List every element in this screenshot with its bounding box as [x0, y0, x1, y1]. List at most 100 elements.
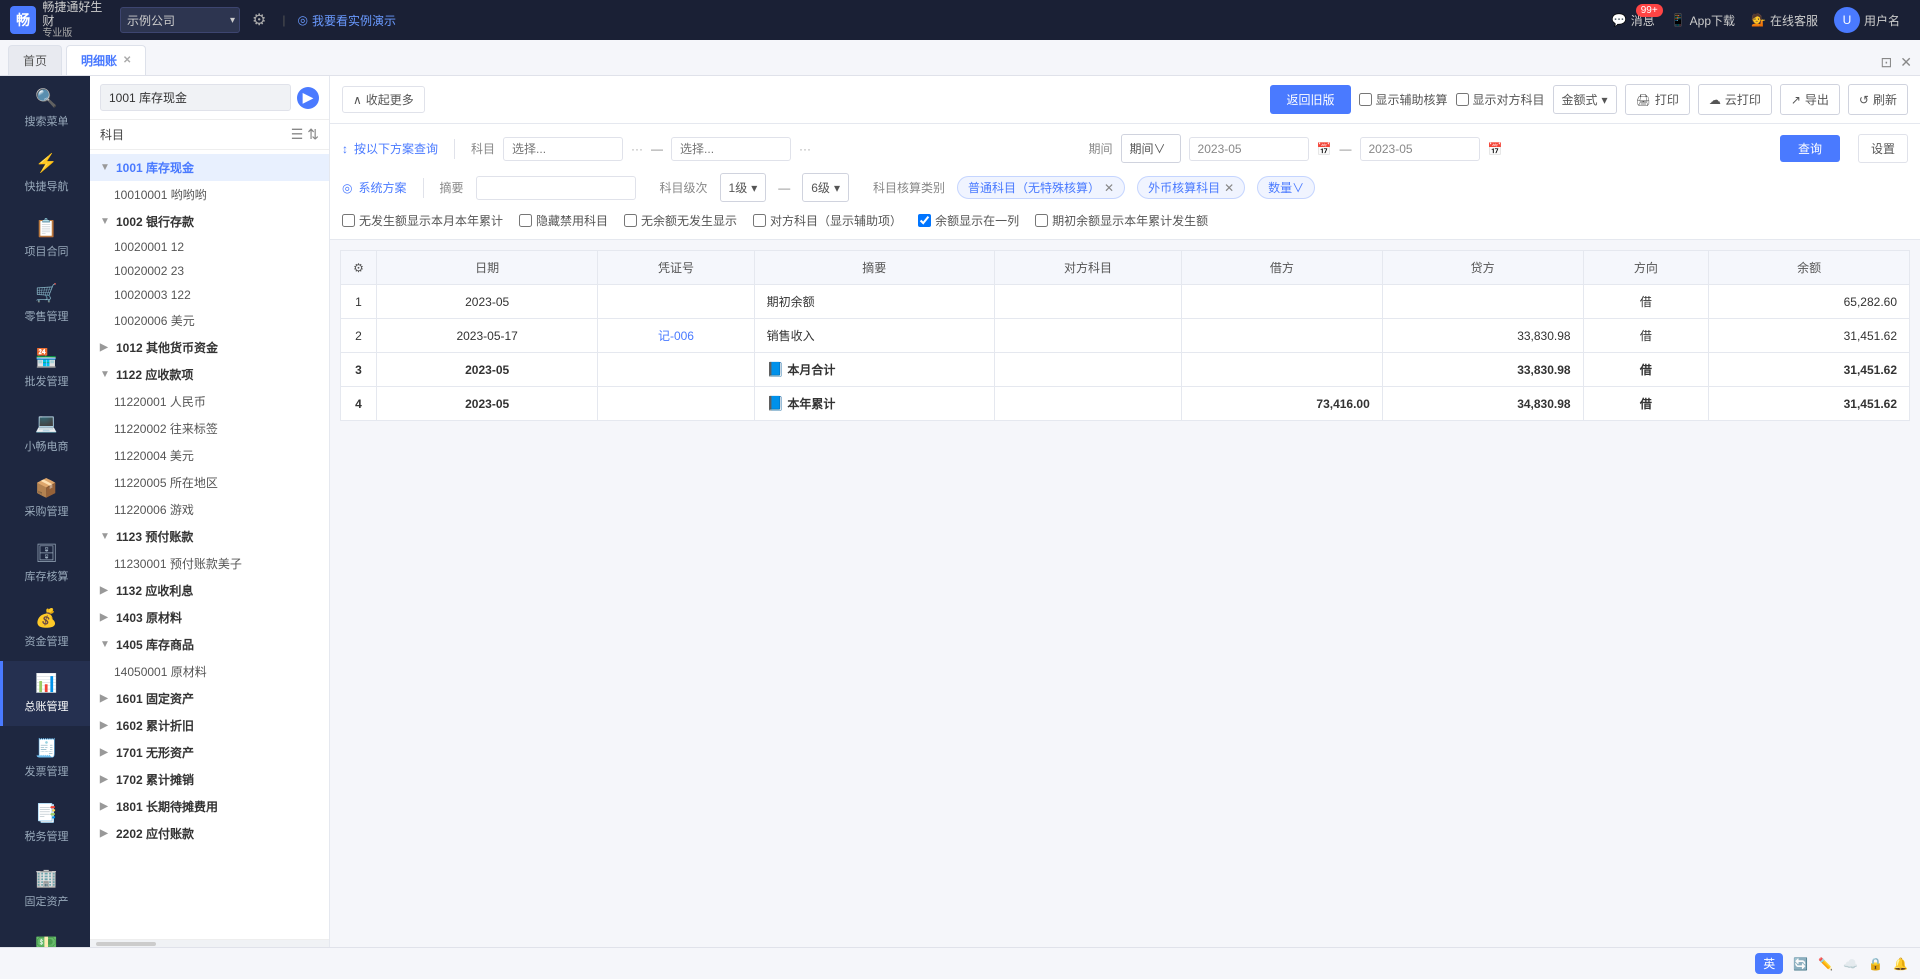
cb-hide-disabled[interactable]: 隐藏禁用科目 [519, 212, 608, 229]
notification-bell[interactable]: 💬 消息 99+ [1612, 12, 1655, 29]
tree-node-1601[interactable]: ▶ 1601 固定资产 [90, 685, 329, 712]
tab-close-icon[interactable]: ✕ [123, 55, 131, 66]
tree-node-10020001[interactable]: 10020001 12 [90, 235, 329, 259]
subject-input[interactable] [503, 137, 623, 161]
show-counterpart-input[interactable] [1456, 93, 1469, 106]
tree-node-2202[interactable]: ▶ 2202 应付账款 [90, 820, 329, 847]
sidebar-item-retail[interactable]: 🛒 零售管理 [0, 271, 90, 336]
sidebar-item-accounting[interactable]: 📊 总账管理 [0, 661, 90, 726]
refresh-button[interactable]: ↺ 刷新 [1848, 84, 1908, 115]
settings-icon[interactable]: ⚙ [248, 10, 270, 30]
query-section-header[interactable]: ↕ 按以下方案查询 [342, 140, 438, 157]
sidebar-item-tax[interactable]: 📑 税务管理 [0, 791, 90, 856]
sidebar-item-asset[interactable]: 🏢 固定资产 [0, 856, 90, 921]
tree-node-1702[interactable]: ▶ 1702 累计摊销 [90, 766, 329, 793]
bottom-icon-lock[interactable]: 🔒 [1868, 957, 1883, 971]
level-start-dropdown[interactable]: 1级 ▾ [720, 173, 767, 202]
show-aux-checkbox[interactable]: 显示辅助核算 [1359, 91, 1448, 108]
tree-node-1002[interactable]: ▼ 1002 银行存款 [90, 208, 329, 235]
demo-link[interactable]: ◎ 我要看实例演示 [297, 12, 396, 29]
tree-node-1123[interactable]: ▼ 1123 预付账款 [90, 523, 329, 550]
back-old-version-button[interactable]: 返回旧版 [1270, 85, 1350, 114]
bottom-icon-bell[interactable]: 🔔 [1893, 957, 1908, 971]
language-button[interactable]: 英 [1755, 953, 1783, 974]
tree-node-1701[interactable]: ▶ 1701 无形资产 [90, 739, 329, 766]
bottom-icon-refresh[interactable]: 🔄 [1793, 957, 1808, 971]
filter-tag-normal[interactable]: 普通科目（无特殊核算） ✕ [957, 176, 1125, 199]
cb-hide-disabled-input[interactable] [519, 214, 532, 227]
tree-scrollbar[interactable] [90, 939, 329, 947]
sidebar-item-finance[interactable]: 💰 资金管理 [0, 596, 90, 661]
app-download[interactable]: 📱 App下载 [1671, 12, 1735, 29]
sidebar-item-inventory[interactable]: 🗄 库存核算 [0, 531, 90, 596]
row-voucher-link[interactable]: 记-006 [598, 319, 754, 353]
cb-counterpart[interactable]: 对方科目（显示辅助项） [753, 212, 902, 229]
tree-node-10020006[interactable]: 10020006 美元 [90, 307, 329, 334]
sidebar-item-ecommerce[interactable]: 💻 小畅电商 [0, 401, 90, 466]
period-type-dropdown[interactable]: 期间∨ [1121, 134, 1181, 163]
show-aux-input[interactable] [1359, 93, 1372, 106]
online-service[interactable]: 💁 在线客服 [1751, 12, 1818, 29]
print-button[interactable]: 🖨 打印 [1625, 84, 1690, 115]
company-select[interactable]: 示例公司 ▾ [120, 7, 240, 33]
tree-node-10010001[interactable]: 10010001 哟哟哟 [90, 181, 329, 208]
tree-expand-icon[interactable]: ⇅ [307, 126, 319, 143]
summary-input[interactable] [476, 176, 636, 200]
amount-style-dropdown[interactable]: 金额式 ▾ [1553, 85, 1617, 114]
tree-node-1801[interactable]: ▶ 1801 长期待摊费用 [90, 793, 329, 820]
level-end-dropdown[interactable]: 6级 ▾ [802, 173, 849, 202]
tab-home[interactable]: 首页 [8, 45, 62, 75]
col-settings[interactable]: ⚙ [341, 251, 377, 285]
tree-node-1405[interactable]: ▼ 1405 库存商品 [90, 631, 329, 658]
cb-balance-one-col[interactable]: 余额显示在一列 [918, 212, 1019, 229]
cloud-print-button[interactable]: ☁ 云打印 [1698, 84, 1772, 115]
tree-node-10020003[interactable]: 10020003 122 [90, 283, 329, 307]
tree-node-11220002[interactable]: 11220002 往来标签 [90, 415, 329, 442]
tab-ledger[interactable]: 明细账 ✕ [66, 45, 146, 75]
tree-node-11220001[interactable]: 11220001 人民币 [90, 388, 329, 415]
system-plan[interactable]: ◎ 系统方案 [342, 179, 407, 196]
tab-restore-icon[interactable]: ⊡ [1881, 54, 1893, 71]
tree-node-11220005[interactable]: 11220005 所在地区 [90, 469, 329, 496]
sidebar-item-purchase[interactable]: 📦 采购管理 [0, 466, 90, 531]
tree-list-icon[interactable]: ☰ [291, 126, 304, 143]
tree-node-11220004[interactable]: 11220004 美元 [90, 442, 329, 469]
sidebar-item-invoice[interactable]: 🧾 发票管理 [0, 726, 90, 791]
sidebar-item-wholesale[interactable]: 🏪 批发管理 [0, 336, 90, 401]
cb-no-balance2[interactable]: 无余额无发生显示 [624, 212, 737, 229]
filter-tag-quantity[interactable]: 数量∨ [1257, 176, 1315, 199]
tree-node-1403[interactable]: ▶ 1403 原材料 [90, 604, 329, 631]
subject-input-end[interactable] [671, 137, 791, 161]
tree-node-1001[interactable]: ▼ 1001 库存现金 [90, 154, 329, 181]
cb-opening-balance-input[interactable] [1035, 214, 1048, 227]
sidebar-item-search[interactable]: 🔍 搜索菜单 [0, 76, 90, 141]
tag-close-normal[interactable]: ✕ [1104, 181, 1114, 195]
bottom-icon-edit[interactable]: ✏️ [1818, 957, 1833, 971]
bottom-icon-cloud[interactable]: ☁️ [1843, 957, 1858, 971]
tag-close-foreign[interactable]: ✕ [1224, 181, 1234, 195]
tree-node-1122[interactable]: ▼ 1122 应收款项 [90, 361, 329, 388]
user-profile[interactable]: U 用户名 [1834, 7, 1900, 33]
cb-no-balance2-input[interactable] [624, 214, 637, 227]
tree-node-1012[interactable]: ▶ 1012 其他货币资金 [90, 334, 329, 361]
cb-no-balance-input[interactable] [342, 214, 355, 227]
sidebar-item-project[interactable]: 📋 项目合同 [0, 206, 90, 271]
tree-node-14050001[interactable]: 14050001 原材料 [90, 658, 329, 685]
period-end-input[interactable] [1360, 137, 1480, 161]
cb-balance-one-col-input[interactable] [918, 214, 931, 227]
cb-counterpart-input[interactable] [753, 214, 766, 227]
settings-filter-button[interactable]: 设置 [1858, 134, 1908, 163]
export-button[interactable]: ↗ 导出 [1780, 84, 1840, 115]
sidebar-item-payroll[interactable]: 💵 工资 [0, 921, 90, 947]
tree-node-1132[interactable]: ▶ 1132 应收利息 [90, 577, 329, 604]
tree-node-11230001[interactable]: 11230001 预付账款美子 [90, 550, 329, 577]
search-button[interactable]: 查询 [1780, 135, 1840, 162]
tab-close-all-icon[interactable]: ✕ [1900, 54, 1912, 71]
tree-node-10020002[interactable]: 10020002 23 [90, 259, 329, 283]
calendar-end-icon[interactable]: 📅 [1488, 142, 1503, 156]
expand-more-button[interactable]: ∧ 收起更多 [342, 86, 425, 113]
show-counterpart-checkbox[interactable]: 显示对方科目 [1456, 91, 1545, 108]
cb-opening-balance[interactable]: 期初余额显示本年累计发生额 [1035, 212, 1208, 229]
sidebar-item-shortcut[interactable]: ⚡ 快捷导航 [0, 141, 90, 206]
cb-no-balance[interactable]: 无发生额显示本月本年累计 [342, 212, 503, 229]
